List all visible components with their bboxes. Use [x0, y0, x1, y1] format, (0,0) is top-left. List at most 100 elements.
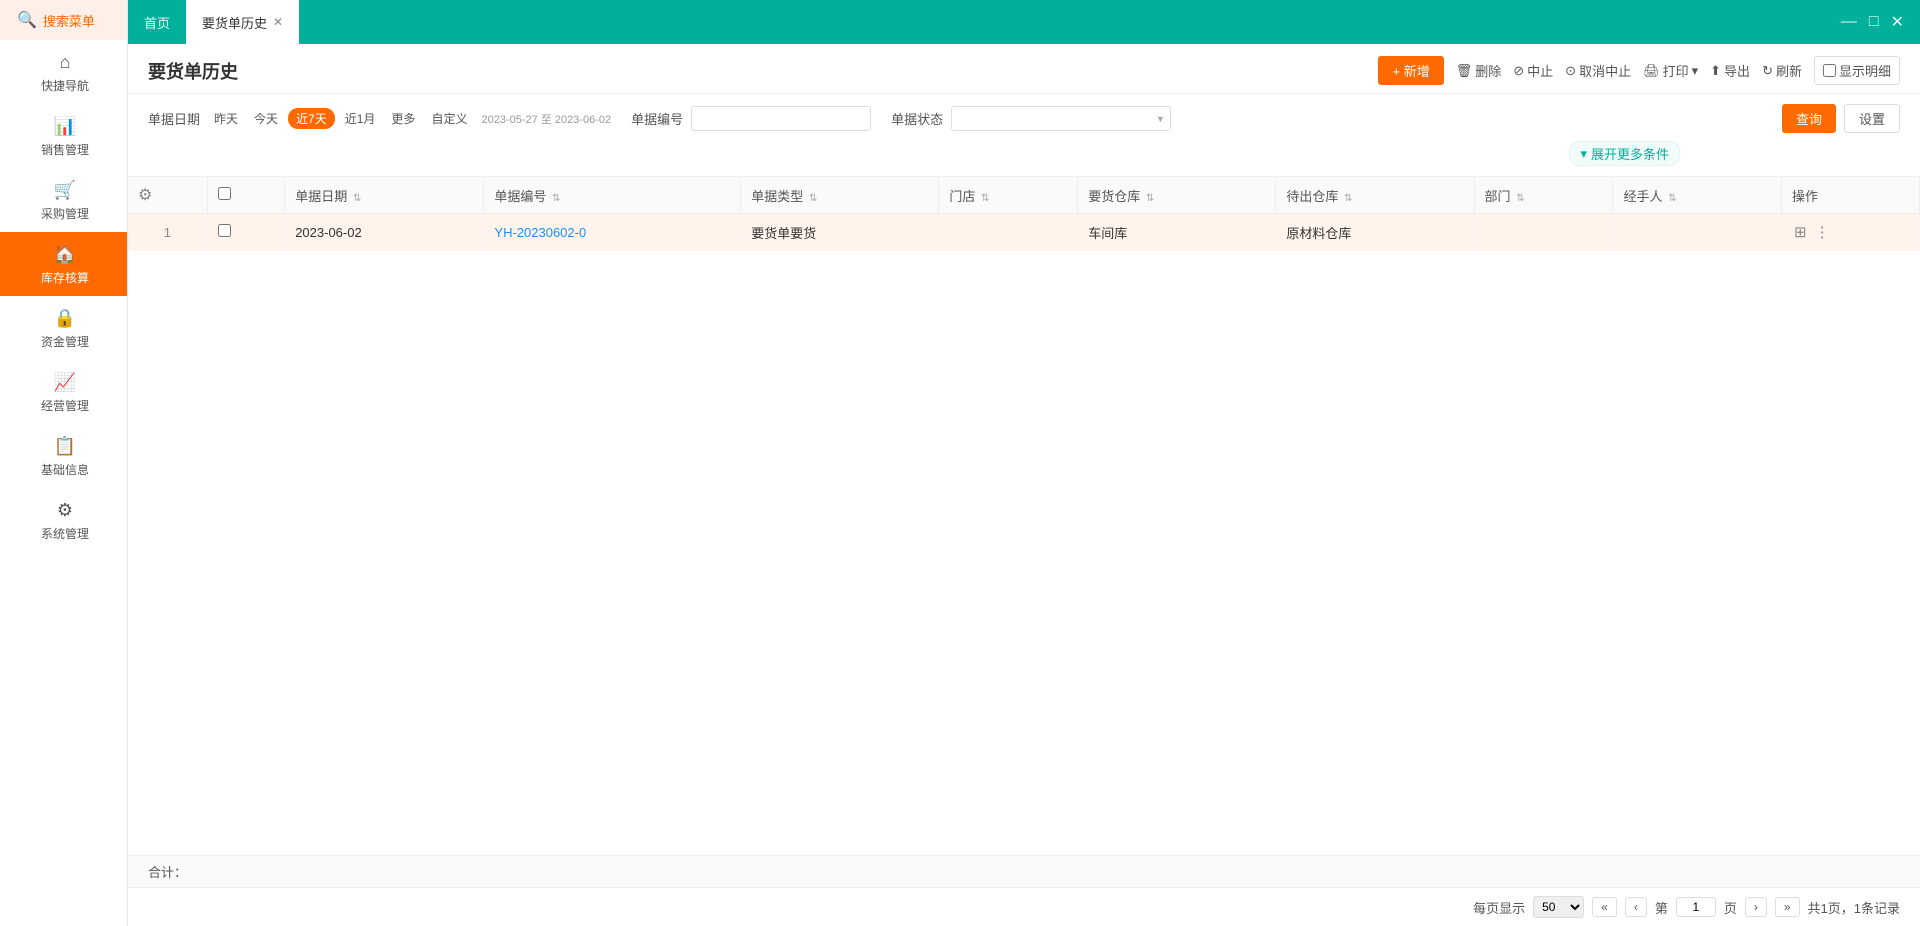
- col-settings-icon[interactable]: ⚙: [138, 187, 152, 204]
- table-row: 1 2023-06-02 YH-20230602-0 要货单要货 车间库 原材料…: [128, 214, 1920, 251]
- row-dept: [1474, 214, 1613, 251]
- row-type: 要货单要货: [741, 214, 939, 251]
- expand-more-button[interactable]: ▾ 展开更多条件: [1569, 141, 1680, 166]
- total-info: 共1页，1条记录: [1808, 898, 1900, 917]
- maximize-button[interactable]: □: [1865, 11, 1883, 33]
- doc-number-label: 单据编号: [631, 109, 683, 128]
- sidebar-item-inventory[interactable]: 🏠 库存核算: [0, 232, 127, 296]
- minimize-button[interactable]: —: [1837, 11, 1861, 33]
- row-store: [939, 214, 1078, 251]
- last-page-button[interactable]: »: [1775, 897, 1800, 917]
- row-number-link[interactable]: YH-20230602-0: [494, 225, 586, 240]
- sidebar-search-label: 搜索菜单: [43, 11, 95, 30]
- date-more[interactable]: 更多: [385, 108, 421, 129]
- purchase-icon: 🛒: [54, 180, 76, 201]
- window-controls: — □ ✕: [1837, 10, 1920, 34]
- close-button[interactable]: ✕: [1887, 10, 1908, 34]
- sales-icon: 📊: [54, 116, 76, 137]
- print-button[interactable]: 🖨 打印 ▾: [1643, 61, 1698, 80]
- date-range-display: 2023-05-27 至 2023-06-02: [481, 111, 611, 127]
- col-pending-warehouse-label: 待出仓库: [1286, 189, 1338, 204]
- filter-row-2: ▾ 展开更多条件: [148, 141, 1900, 166]
- row-actions: ⊞ ⋮: [1781, 214, 1919, 251]
- col-store[interactable]: 门店 ⇅: [939, 177, 1078, 214]
- per-page-select[interactable]: 50 10 20 100: [1533, 896, 1584, 918]
- col-number[interactable]: 单据编号 ⇅: [484, 177, 741, 214]
- sidebar-item-system[interactable]: ⚙ 系统管理: [0, 488, 127, 552]
- display-detail-toggle[interactable]: 显示明细: [1814, 56, 1900, 85]
- pagination-bar: 每页显示 50 10 20 100 « ‹ 第 页 › » 共1页，1条记录: [128, 887, 1920, 926]
- sidebar-item-basic-info[interactable]: 📋 基础信息: [0, 424, 127, 488]
- suspend-button[interactable]: ⊘ 中止: [1513, 61, 1553, 80]
- doc-number-input[interactable]: [691, 106, 871, 131]
- display-detail-checkbox[interactable]: [1823, 64, 1836, 77]
- inventory-icon: 🏠: [54, 244, 76, 265]
- row-more-icon[interactable]: ⋮: [1813, 221, 1832, 243]
- sidebar-item-sales[interactable]: 📊 销售管理: [0, 104, 127, 168]
- date-7days[interactable]: 近7天: [288, 108, 335, 129]
- sidebar-item-finance[interactable]: 🔒 资金管理: [0, 296, 127, 360]
- page-number-input[interactable]: [1676, 897, 1716, 917]
- export-icon: ⬆: [1710, 63, 1721, 79]
- col-handler[interactable]: 经手人 ⇅: [1613, 177, 1782, 214]
- col-date[interactable]: 单据日期 ⇅: [285, 177, 484, 214]
- row-number: YH-20230602-0: [484, 214, 741, 251]
- sidebar-item-operations[interactable]: 📈 经营管理: [0, 360, 127, 424]
- date-filter-group: 单据日期 昨天 今天 近7天 近1月 更多 自定义 2023-05-27 至 2…: [148, 108, 611, 129]
- date-filter-label: 单据日期: [148, 109, 200, 128]
- sidebar-item-purchase[interactable]: 🛒 采购管理: [0, 168, 127, 232]
- print-icon: 🖨: [1643, 63, 1660, 79]
- sidebar-search[interactable]: 🔍 搜索菜单: [0, 0, 127, 40]
- date-today[interactable]: 今天: [248, 108, 284, 129]
- col-req-warehouse[interactable]: 要货仓库 ⇅: [1078, 177, 1276, 214]
- settings-button[interactable]: 设置: [1844, 104, 1900, 133]
- sort-type-icon: ⇅: [809, 193, 817, 204]
- tab-purchase-history-label: 要货单历史: [202, 13, 267, 32]
- next-page-button[interactable]: ›: [1745, 897, 1767, 917]
- page-suffix: 页: [1724, 898, 1737, 917]
- sidebar-item-label: 采购管理: [41, 205, 89, 222]
- main-content: 首页 要货单历史 ✕ — □ ✕ 要货单历史 + 新增 🗑 删除 ⊘: [128, 0, 1920, 926]
- tab-close-icon[interactable]: ✕: [273, 15, 283, 29]
- table-container: ⚙ 单据日期 ⇅ 单据编号 ⇅: [128, 177, 1920, 855]
- filter-actions: 查询 设置: [1782, 104, 1900, 133]
- export-button[interactable]: ⬆ 导出: [1710, 61, 1750, 80]
- search-button[interactable]: 查询: [1782, 104, 1836, 133]
- status-select-wrapper: [951, 106, 1171, 131]
- page-label: 第: [1655, 898, 1668, 917]
- row-view-icon[interactable]: ⊞: [1792, 221, 1809, 243]
- date-1month[interactable]: 近1月: [339, 108, 382, 129]
- finance-icon: 🔒: [54, 308, 76, 329]
- expand-label: 展开更多条件: [1591, 144, 1669, 163]
- date-yesterday[interactable]: 昨天: [208, 108, 244, 129]
- first-page-button[interactable]: «: [1592, 897, 1617, 917]
- row-handler: [1613, 214, 1782, 251]
- sidebar-item-label: 销售管理: [41, 141, 89, 158]
- delete-icon: 🗑: [1456, 63, 1473, 79]
- col-dept[interactable]: 部门 ⇅: [1474, 177, 1613, 214]
- tab-purchase-history[interactable]: 要货单历史 ✕: [186, 0, 299, 44]
- status-select[interactable]: [951, 106, 1171, 131]
- date-custom[interactable]: 自定义: [425, 108, 473, 129]
- new-button[interactable]: + 新增: [1378, 56, 1443, 85]
- refresh-icon: ↻: [1762, 63, 1773, 79]
- delete-button[interactable]: 🗑 删除: [1456, 61, 1502, 80]
- date-shortcuts: 昨天 今天 近7天 近1月 更多 自定义: [208, 108, 473, 129]
- sidebar-item-quick-nav[interactable]: ⌂ 快捷导航: [0, 40, 127, 104]
- col-type[interactable]: 单据类型 ⇅: [741, 177, 939, 214]
- row-req-warehouse: 车间库: [1078, 214, 1276, 251]
- sort-handler-icon: ⇅: [1668, 193, 1676, 204]
- filter-row-1: 单据日期 昨天 今天 近7天 近1月 更多 自定义 2023-05-27 至 2…: [148, 104, 1900, 133]
- col-date-label: 单据日期: [295, 189, 347, 204]
- cancel-suspend-button[interactable]: ⊙ 取消中止: [1565, 61, 1631, 80]
- row-select-checkbox[interactable]: [218, 224, 231, 237]
- per-page-label: 每页显示: [1473, 898, 1525, 917]
- prev-page-button[interactable]: ‹: [1625, 897, 1647, 917]
- select-all-checkbox[interactable]: [218, 187, 231, 200]
- display-detail-label: 显示明细: [1839, 61, 1891, 80]
- tab-home[interactable]: 首页: [128, 0, 186, 44]
- col-action: 操作: [1781, 177, 1919, 214]
- col-pending-warehouse[interactable]: 待出仓库 ⇅: [1276, 177, 1474, 214]
- refresh-button[interactable]: ↻ 刷新: [1762, 61, 1802, 80]
- sort-pending-warehouse-icon: ⇅: [1344, 193, 1352, 204]
